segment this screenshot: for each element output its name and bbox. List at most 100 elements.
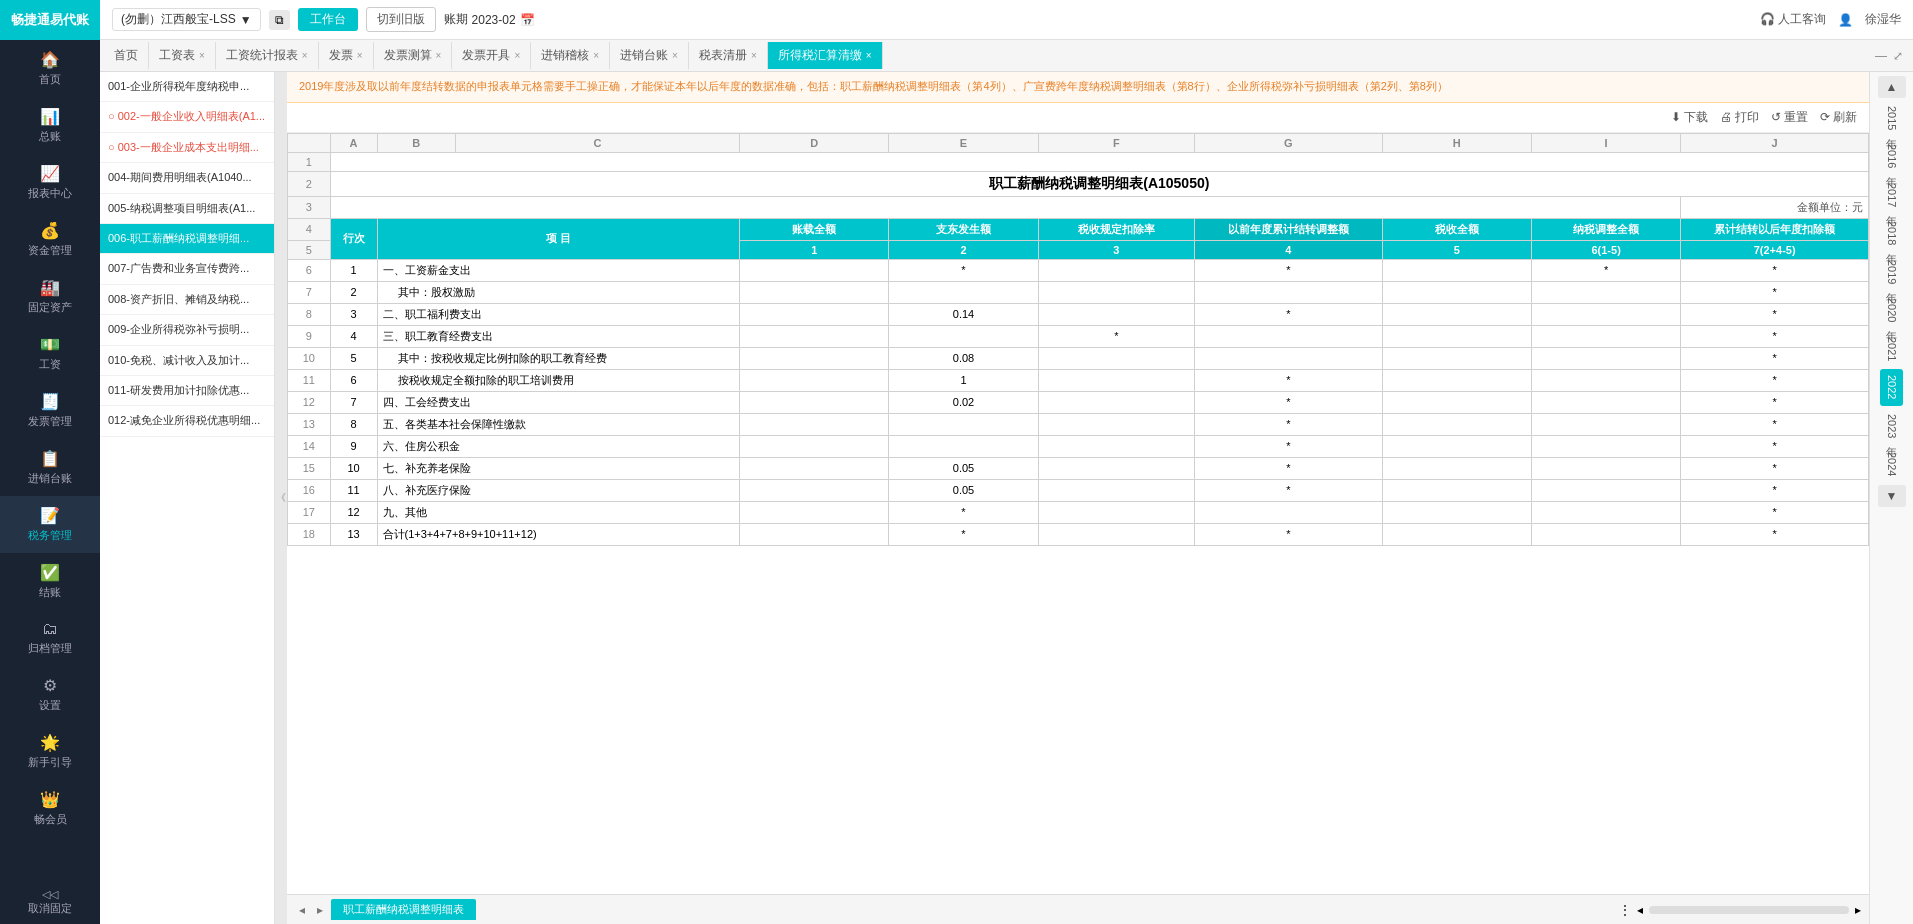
tab-close-invoice-calc[interactable]: ×: [436, 50, 442, 61]
tab-salary-stats[interactable]: 工资统计报表×: [216, 42, 319, 69]
tab-sales-ledger[interactable]: 进销台账×: [610, 42, 689, 69]
sidebar-item-ledger[interactable]: 📊 总账: [0, 97, 100, 154]
collapse-panel-btn[interactable]: 《: [275, 72, 287, 924]
tab-close-audit[interactable]: ×: [593, 50, 599, 61]
col-e-sub: 2: [889, 240, 1038, 259]
scroll-right-btn[interactable]: ▸: [1855, 903, 1861, 917]
year-2017[interactable]: 2017年: [1880, 177, 1903, 213]
h-scrollbar[interactable]: [1649, 906, 1849, 914]
tab-home[interactable]: 首页: [104, 42, 149, 69]
year-2019[interactable]: 2019年: [1880, 254, 1903, 290]
tab-close-invoice-issue[interactable]: ×: [514, 50, 520, 61]
sidebar-item-guide[interactable]: 🌟 新手引导: [0, 723, 100, 780]
table-row-header: 4 行次 项 目 账载全额 支东发生额 税收规定扣除率 以前年度累计结转调整额 …: [288, 218, 1869, 240]
sidebar-item-salary[interactable]: 💵 工资: [0, 325, 100, 382]
col-header-f: F: [1038, 133, 1194, 152]
table-row: 6 1 一、工资薪金支出 * * * *: [288, 259, 1869, 281]
tab-close-salary[interactable]: ×: [199, 50, 205, 61]
year-2016[interactable]: 2016年: [1880, 138, 1903, 174]
tax-icon: 📝: [40, 506, 60, 525]
year-2015[interactable]: 2015年: [1880, 100, 1903, 136]
sidebar-item-finance[interactable]: 💰 资金管理: [0, 211, 100, 268]
main-area: (勿删）江西般宝-LSS ▼ ⧉ 工作台 切到旧版 账期 2023-02 📅 🎧…: [100, 0, 1913, 924]
table-row: 18 13 合计(1+3+4+7+8+9+10+11+12) * * *: [288, 523, 1869, 545]
form-list-item-011[interactable]: 011-研发费用加计扣除优惠...: [100, 376, 274, 406]
archive-icon: 🗂: [42, 620, 58, 638]
col-d-header: 账载全额: [740, 218, 889, 240]
sidebar-item-reports[interactable]: 📈 报表中心: [0, 154, 100, 211]
workspace-btn[interactable]: 工作台: [298, 8, 358, 31]
tab-invoice[interactable]: 发票×: [319, 42, 374, 69]
refresh-btn[interactable]: ⟳ 刷新: [1820, 109, 1857, 126]
sidebar-item-sales[interactable]: 📋 进销台账: [0, 439, 100, 496]
tab-close-tax-table[interactable]: ×: [751, 50, 757, 61]
sheet-tab[interactable]: 职工薪酬纳税调整明细表: [331, 899, 476, 920]
form-list-item-003[interactable]: 003-一般企业成本支出明细...: [100, 133, 274, 163]
chevron-down-icon: ▼: [240, 13, 252, 27]
form-list-item-007[interactable]: 007-广告费和业务宣传费跨...: [100, 254, 274, 284]
service-btn[interactable]: 🎧 人工客询: [1760, 11, 1826, 28]
col-d-sub: 1: [740, 240, 889, 259]
sidebar-item-member[interactable]: 👑 畅会员: [0, 780, 100, 837]
scroll-left-btn[interactable]: ◂: [1637, 903, 1643, 917]
col-i-sub: 6(1-5): [1531, 240, 1680, 259]
reset-btn[interactable]: ↺ 重置: [1771, 109, 1808, 126]
tab-maximize-btn[interactable]: ⤢: [1893, 49, 1903, 63]
year-2024[interactable]: 2024年: [1880, 446, 1903, 482]
company-selector[interactable]: (勿删）江西般宝-LSS ▼: [112, 8, 261, 31]
tab-audit[interactable]: 进销稽核×: [531, 42, 610, 69]
tab-invoice-issue[interactable]: 发票开具×: [452, 42, 531, 69]
year-2018[interactable]: 2018年: [1880, 215, 1903, 251]
unpin-btn[interactable]: ◁◁ 取消固定: [0, 880, 100, 924]
form-list-item-002[interactable]: 002-一般企业收入明细表(A1...: [100, 102, 274, 132]
form-list-item-005[interactable]: 005-纳税调整项目明细表(A1...: [100, 194, 274, 224]
year-2020[interactable]: 2020年: [1880, 292, 1903, 328]
form-list-item-009[interactable]: 009-企业所得税弥补亏损明...: [100, 315, 274, 345]
tab-close-sales-ledger[interactable]: ×: [672, 50, 678, 61]
sidebar-item-invoice[interactable]: 🧾 发票管理: [0, 382, 100, 439]
form-list-item-001[interactable]: 001-企业所得税年度纳税申...: [100, 72, 274, 102]
calendar-icon[interactable]: 📅: [520, 13, 535, 27]
form-list-item-006[interactable]: 006-职工薪酬纳税调整明细...: [100, 224, 274, 254]
sidebar-item-assets[interactable]: 🏭 固定资产: [0, 268, 100, 325]
topbar: (勿删）江西般宝-LSS ▼ ⧉ 工作台 切到旧版 账期 2023-02 📅 🎧…: [100, 0, 1913, 40]
tab-invoice-calc[interactable]: 发票测算×: [374, 42, 453, 69]
download-btn[interactable]: ⬇ 下载: [1671, 109, 1708, 126]
table-row: 11 6 按税收规定全额扣除的职工培训费用 1 * *: [288, 369, 1869, 391]
year-up-btn[interactable]: ▲: [1878, 76, 1906, 98]
form-list-item-008[interactable]: 008-资产折旧、摊销及纳税...: [100, 285, 274, 315]
history-btn[interactable]: 切到旧版: [366, 7, 436, 32]
form-list-item-012[interactable]: 012-减免企业所得税优惠明细...: [100, 406, 274, 436]
copy-btn[interactable]: ⧉: [269, 10, 290, 30]
spreadsheet-container[interactable]: A B C D E F G H I J: [287, 133, 1869, 894]
year-2022[interactable]: 2022年: [1880, 369, 1903, 405]
tab-close-salary-stats[interactable]: ×: [302, 50, 308, 61]
dots-menu[interactable]: ⋮: [1619, 903, 1631, 917]
tab-minimize-btn[interactable]: —: [1875, 49, 1887, 63]
form-list-item-004[interactable]: 004-期间费用明细表(A1040...: [100, 163, 274, 193]
salary-icon: 💵: [40, 335, 60, 354]
year-down-btn[interactable]: ▼: [1878, 485, 1906, 507]
sheet-next-btn[interactable]: ▸: [313, 903, 327, 917]
table-row: 14 9 六、住房公积金 * *: [288, 435, 1869, 457]
tab-salary[interactable]: 工资表×: [149, 42, 216, 69]
sidebar-item-home[interactable]: 🏠 首页: [0, 40, 100, 97]
form-list-item-010[interactable]: 010-免税、减计收入及加计...: [100, 346, 274, 376]
col-header-a: A: [330, 133, 377, 152]
year-2021[interactable]: 2021年: [1880, 331, 1903, 367]
sidebar-item-closing[interactable]: ✅ 结账: [0, 553, 100, 610]
row-num-1: 1: [288, 152, 331, 171]
tab-close-income-tax[interactable]: ×: [866, 50, 872, 61]
sheet-prev-btn[interactable]: ◂: [295, 903, 309, 917]
sidebar-item-archive[interactable]: 🗂 归档管理: [0, 610, 100, 666]
tab-tax-table[interactable]: 税表清册×: [689, 42, 768, 69]
tab-close-invoice[interactable]: ×: [357, 50, 363, 61]
sidebar-item-tax[interactable]: 📝 税务管理: [0, 496, 100, 553]
col-xiangmu-header: 项 目: [377, 218, 740, 259]
sidebar-item-settings[interactable]: ⚙ 设置: [0, 666, 100, 723]
assets-icon: 🏭: [40, 278, 60, 297]
tab-income-tax[interactable]: 所得税汇算清缴×: [768, 42, 883, 69]
print-btn[interactable]: 🖨 打印: [1720, 109, 1759, 126]
year-2023[interactable]: 2023年: [1880, 408, 1903, 444]
tab-end-btns: — ⤢: [1869, 49, 1909, 63]
